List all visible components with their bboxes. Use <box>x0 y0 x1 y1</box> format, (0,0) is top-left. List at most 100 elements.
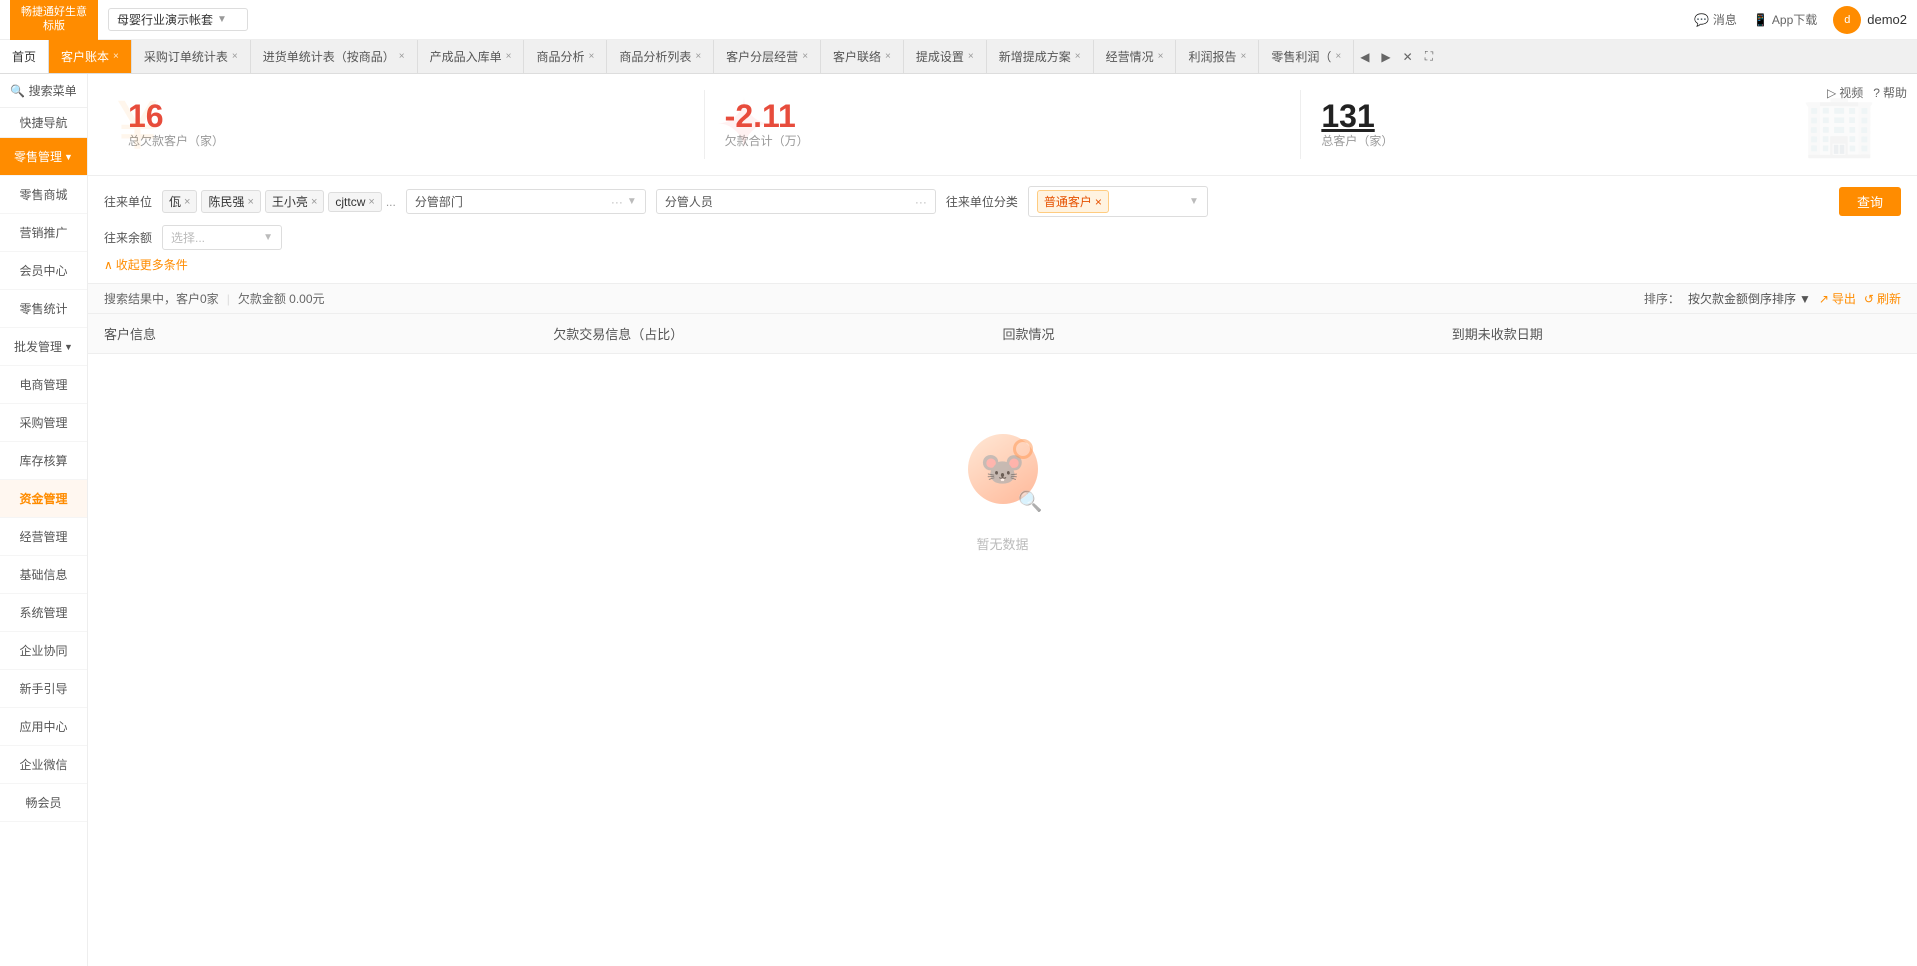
debt-amount-text: 欠款金额 0.00元 <box>238 290 325 307</box>
sidebar-search[interactable]: 🔍 搜索菜单 <box>0 74 87 108</box>
tab-product-analysis-label: 商品分析 <box>536 48 584 65</box>
sidebar-item-finance[interactable]: 资金管理 <box>0 480 87 518</box>
tab-customer-contact[interactable]: 客户联络 × <box>821 40 904 74</box>
sidebar-item-ecommerce[interactable]: 电商管理 <box>0 366 87 404</box>
empty-text: 暂无数据 <box>976 534 1028 553</box>
sidebar-item-basic-info-label: 基础信息 <box>19 568 67 582</box>
stat-total-debt-label: 欠款合计（万） <box>725 132 1281 149</box>
tab-customer-ledger[interactable]: 客户账本 × <box>49 40 132 74</box>
sidebar-item-wechat[interactable]: 企业微信 <box>0 746 87 784</box>
sidebar-quick-nav[interactable]: 快捷导航 <box>0 108 87 138</box>
sort-label: 排序： <box>1644 290 1680 307</box>
tab-goods-stats[interactable]: 进货单统计表（按商品） × <box>251 40 418 74</box>
sidebar-item-inventory[interactable]: 库存核算 <box>0 442 87 480</box>
filter-tag-wa-label: 佤 <box>169 193 181 210</box>
tab-production[interactable]: 产成品入库单 × <box>418 40 525 74</box>
sidebar-item-retail-arrow-icon: ▼ <box>64 152 73 162</box>
tab-production-close[interactable]: × <box>506 51 512 62</box>
table-col-overdue: 到期未收款日期 <box>1452 324 1901 343</box>
sidebar-item-retail-management[interactable]: 零售管理 ▼ <box>0 138 87 176</box>
filter-tag-cjttcw-remove[interactable]: × <box>368 196 374 208</box>
tab-product-list-label: 商品分析列表 <box>619 48 691 65</box>
help-icon: ? <box>1873 86 1880 100</box>
filter-more-tags[interactable]: ... <box>386 195 396 209</box>
sidebar-item-purchase[interactable]: 采购管理 <box>0 404 87 442</box>
help-label: 帮助 <box>1883 84 1907 101</box>
sort-arrow-icon: ▼ <box>1799 292 1811 306</box>
tab-scroll-left[interactable]: ◀ <box>1354 40 1375 74</box>
app-download-label: App下载 <box>1772 11 1817 28</box>
sidebar-item-app-center[interactable]: 应用中心 <box>0 708 87 746</box>
sidebar-item-retail-stats[interactable]: 零售统计 <box>0 290 87 328</box>
tab-close-all[interactable]: ✕ <box>1397 40 1419 74</box>
tab-customer-contact-close[interactable]: × <box>885 51 891 62</box>
sidebar-item-retail-mall[interactable]: 零售商城 <box>0 176 87 214</box>
people-filter[interactable]: 分管人员 ··· <box>656 189 936 214</box>
tab-commission[interactable]: 提成设置 × <box>904 40 987 74</box>
sidebar-item-cooperation[interactable]: 企业协同 <box>0 632 87 670</box>
tab-new-commission-close[interactable]: × <box>1075 51 1081 62</box>
tab-profit-report[interactable]: 利润报告 × <box>1176 40 1259 74</box>
tab-customer-tier[interactable]: 客户分层经营 × <box>714 40 821 74</box>
collapse-button[interactable]: ∧ 收起更多条件 <box>104 256 188 273</box>
sidebar-item-wholesale[interactable]: 批发管理 ▼ <box>0 328 87 366</box>
tab-goods-stats-close[interactable]: × <box>399 51 405 62</box>
tab-product-list-close[interactable]: × <box>695 51 701 62</box>
app-download-button[interactable]: 📱 App下载 <box>1753 11 1817 28</box>
sidebar-item-system[interactable]: 系统管理 <box>0 594 87 632</box>
category-filter[interactable]: 普通客户 × ▼ <box>1028 186 1208 217</box>
sidebar-item-wechat-label: 企业微信 <box>19 758 67 772</box>
sidebar-item-basic-info[interactable]: 基础信息 <box>0 556 87 594</box>
export-button[interactable]: ↗ 导出 <box>1819 290 1856 307</box>
tab-expand[interactable]: ⛶ <box>1419 40 1439 74</box>
tab-purchase-stats[interactable]: 采购订单统计表 × <box>132 40 251 74</box>
empty-state: 🐭 🔍 暂无数据 <box>88 354 1917 633</box>
filter-tag-chen-remove[interactable]: × <box>247 196 253 208</box>
dept-filter[interactable]: 分管部门 ··· ▼ <box>406 189 646 214</box>
tab-operations-close[interactable]: × <box>1158 51 1164 62</box>
message-button[interactable]: 💬 消息 <box>1694 11 1737 28</box>
tab-new-commission[interactable]: 新增提成方案 × <box>987 40 1094 74</box>
tab-goods-stats-label: 进货单统计表（按商品） <box>263 48 395 65</box>
sidebar-item-system-label: 系统管理 <box>19 606 67 620</box>
message-label: 消息 <box>1713 11 1737 28</box>
account-selector[interactable]: 母婴行业演示帐套 ▼ <box>108 8 248 31</box>
sidebar-item-member[interactable]: 畅会员 <box>0 784 87 822</box>
query-button[interactable]: 查询 <box>1839 187 1901 216</box>
tab-bar: 首页 客户账本 × 采购订单统计表 × 进货单统计表（按商品） × 产成品入库单… <box>0 40 1917 74</box>
tab-product-analysis[interactable]: 商品分析 × <box>524 40 607 74</box>
tab-customer-tier-close[interactable]: × <box>802 51 808 62</box>
sidebar-item-operations[interactable]: 经营管理 <box>0 518 87 556</box>
tab-commission-close[interactable]: × <box>968 51 974 62</box>
tab-purchase-stats-close[interactable]: × <box>232 51 238 62</box>
tab-profit-report-close[interactable]: × <box>1240 51 1246 62</box>
video-button[interactable]: ▷ 视频 <box>1827 84 1863 101</box>
tab-product-analysis-close[interactable]: × <box>588 51 594 62</box>
sidebar-item-marketing[interactable]: 营销推广 <box>0 214 87 252</box>
tab-production-label: 产成品入库单 <box>430 48 502 65</box>
tab-product-list[interactable]: 商品分析列表 × <box>607 40 714 74</box>
help-button[interactable]: ? 帮助 <box>1873 84 1907 101</box>
tab-scroll-right[interactable]: ▶ <box>1375 40 1396 74</box>
category-tag-remove[interactable]: × <box>1095 195 1102 209</box>
sidebar-item-member-label: 畅会员 <box>25 796 61 810</box>
tab-operations[interactable]: 经营情况 × <box>1094 40 1177 74</box>
sidebar-item-member-center-label: 会员中心 <box>19 264 67 278</box>
refresh-button[interactable]: ↺ 刷新 <box>1864 290 1901 307</box>
tab-retail-profit[interactable]: 零售利润（ × <box>1259 40 1354 74</box>
sidebar-item-member-center[interactable]: 会员中心 <box>0 252 87 290</box>
amount-filter-arrow-icon: ▼ <box>263 232 273 243</box>
sidebar-item-newbie[interactable]: 新手引导 <box>0 670 87 708</box>
sort-area: 排序： 按欠款金额倒序排序 ▼ ↗ 导出 ↺ 刷新 <box>1644 290 1901 307</box>
amount-filter[interactable]: 选择... ▼ <box>162 225 282 250</box>
sort-select[interactable]: 按欠款金额倒序排序 ▼ <box>1688 290 1811 307</box>
user-area[interactable]: d demo2 <box>1833 6 1907 34</box>
tab-customer-ledger-close[interactable]: × <box>113 51 119 62</box>
filter-tag-wang-remove[interactable]: × <box>311 196 317 208</box>
filter-tags: 佤 × 陈民强 × 王小亮 × cjttcw × ... <box>162 190 396 213</box>
empty-icon: 🐭 🔍 <box>953 434 1053 514</box>
tab-home[interactable]: 首页 <box>0 40 49 74</box>
dept-filter-ellipsis-icon: ··· <box>611 195 623 209</box>
filter-tag-wa-remove[interactable]: × <box>184 196 190 208</box>
tab-retail-profit-close[interactable]: × <box>1335 51 1341 62</box>
